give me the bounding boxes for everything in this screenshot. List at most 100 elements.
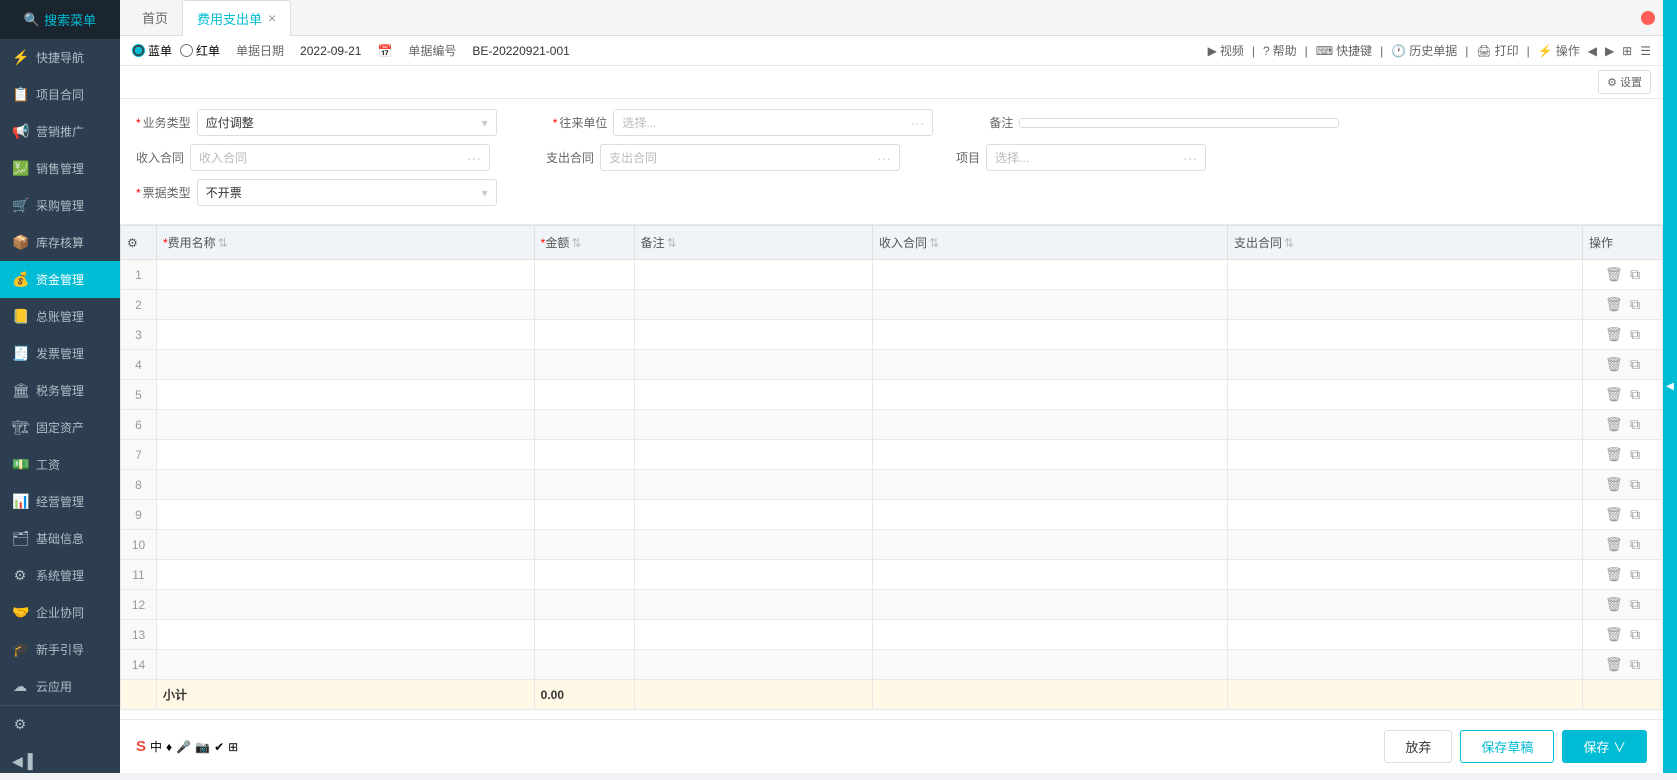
expense-contract-cell[interactable]: [1228, 440, 1583, 470]
sidebar-item-new-guide[interactable]: 🎓新手引导: [0, 631, 120, 668]
sort-icon-5[interactable]: ⇅: [1284, 236, 1294, 250]
copy-btn[interactable]: ⧉: [1628, 476, 1642, 493]
amount-cell[interactable]: [534, 530, 634, 560]
copy-btn[interactable]: ⧉: [1628, 626, 1642, 643]
remark-cell[interactable]: [634, 500, 872, 530]
income-contract-cell[interactable]: [873, 650, 1228, 680]
delete-btn[interactable]: 🗑: [1603, 506, 1625, 523]
sidebar-item-project-contract[interactable]: 📋项目合同: [0, 76, 120, 113]
income-contract-input[interactable]: 收入合同 ···: [190, 144, 490, 171]
income-contract-cell[interactable]: [873, 500, 1228, 530]
project-input[interactable]: 选择... ···: [986, 144, 1206, 171]
income-contract-cell[interactable]: [873, 290, 1228, 320]
calendar-icon[interactable]: 📅: [377, 44, 392, 58]
delete-btn[interactable]: 🗑: [1603, 596, 1625, 613]
expense-contract-cell[interactable]: [1228, 590, 1583, 620]
copy-btn[interactable]: ⧉: [1628, 506, 1642, 523]
sort-icon-2[interactable]: ⇅: [571, 236, 581, 250]
delete-btn[interactable]: 🗑: [1603, 296, 1625, 313]
red-bill-input[interactable]: [180, 44, 193, 57]
copy-btn[interactable]: ⧉: [1628, 266, 1642, 283]
copy-btn[interactable]: ⧉: [1628, 386, 1642, 403]
im-check[interactable]: ✔: [214, 740, 224, 754]
remark-input[interactable]: [1019, 118, 1339, 128]
shortcut-action[interactable]: ⌨ 快捷键: [1316, 42, 1372, 59]
sidebar-item-settings[interactable]: ⚙: [0, 706, 120, 743]
im-grid[interactable]: ⊞: [228, 740, 238, 754]
sidebar-item-invoice-mgmt[interactable]: 🧾发票管理: [0, 335, 120, 372]
delete-btn[interactable]: 🗑: [1603, 386, 1625, 403]
expense-name-cell[interactable]: [157, 260, 535, 290]
amount-cell[interactable]: [534, 350, 634, 380]
sidebar-item-tax-mgmt[interactable]: 🏛税务管理: [0, 372, 120, 409]
sidebar-item-quick-nav[interactable]: ⚡快捷导航: [0, 39, 120, 76]
save-button[interactable]: 保存 ∨: [1562, 730, 1647, 763]
amount-cell[interactable]: [534, 560, 634, 590]
expense-contract-cell[interactable]: [1228, 650, 1583, 680]
help-action[interactable]: ? 帮助: [1263, 42, 1297, 59]
copy-btn[interactable]: ⧉: [1628, 416, 1642, 433]
expense-name-cell[interactable]: [157, 290, 535, 320]
set-button[interactable]: ⚙ 设置: [1598, 70, 1651, 94]
copy-btn[interactable]: ⧉: [1628, 656, 1642, 673]
expense-contract-cell[interactable]: [1228, 380, 1583, 410]
sidebar-item-fixed-assets[interactable]: 🏗固定资产: [0, 409, 120, 446]
expense-contract-cell[interactable]: [1228, 350, 1583, 380]
income-contract-cell[interactable]: [873, 440, 1228, 470]
expense-contract-cell[interactable]: [1228, 320, 1583, 350]
delete-btn[interactable]: 🗑: [1603, 326, 1625, 343]
sidebar-item-account-mgmt[interactable]: 📒总账管理: [0, 298, 120, 335]
income-contract-cell[interactable]: [873, 320, 1228, 350]
amount-cell[interactable]: [534, 380, 634, 410]
income-contract-cell[interactable]: [873, 380, 1228, 410]
copy-btn[interactable]: ⧉: [1628, 326, 1642, 343]
expense-name-cell[interactable]: [157, 380, 535, 410]
discard-button[interactable]: 放弃: [1384, 730, 1452, 763]
expense-contract-cell[interactable]: [1228, 530, 1583, 560]
amount-cell[interactable]: [534, 470, 634, 500]
sidebar-item-sys-mgmt[interactable]: ⚙系统管理: [0, 557, 120, 594]
copy-btn[interactable]: ⧉: [1628, 596, 1642, 613]
amount-cell[interactable]: [534, 500, 634, 530]
income-contract-cell[interactable]: [873, 470, 1228, 500]
remark-cell[interactable]: [634, 320, 872, 350]
copy-btn[interactable]: ⧉: [1628, 446, 1642, 463]
expense-name-cell[interactable]: [157, 650, 535, 680]
expense-name-cell[interactable]: [157, 320, 535, 350]
expense-contract-cell[interactable]: [1228, 410, 1583, 440]
expense-name-cell[interactable]: [157, 560, 535, 590]
blue-bill-input[interactable]: [132, 44, 145, 57]
im-mic[interactable]: 🎤: [176, 740, 191, 754]
expense-name-cell[interactable]: [157, 470, 535, 500]
amount-cell[interactable]: [534, 620, 634, 650]
sort-icon-4[interactable]: ⇅: [929, 236, 939, 250]
sidebar-search-button[interactable]: 🔍 搜索菜单: [24, 10, 96, 29]
delete-btn[interactable]: 🗑: [1603, 416, 1625, 433]
im-dot[interactable]: ♦: [166, 740, 172, 754]
income-contract-cell[interactable]: [873, 350, 1228, 380]
remark-cell[interactable]: [634, 530, 872, 560]
sidebar-item-purchase-mgmt[interactable]: 🛒采购管理: [0, 187, 120, 224]
amount-cell[interactable]: [534, 410, 634, 440]
expense-contract-cell[interactable]: [1228, 260, 1583, 290]
amount-cell[interactable]: [534, 650, 634, 680]
window-close-btn[interactable]: [1641, 11, 1655, 25]
copy-btn[interactable]: ⧉: [1628, 566, 1642, 583]
remark-cell[interactable]: [634, 650, 872, 680]
remark-cell[interactable]: [634, 560, 872, 590]
copy-btn[interactable]: ⧉: [1628, 356, 1642, 373]
expense-name-cell[interactable]: [157, 590, 535, 620]
remark-cell[interactable]: [634, 620, 872, 650]
delete-btn[interactable]: 🗑: [1603, 266, 1625, 283]
sidebar-item-basic-info[interactable]: 🗂基础信息: [0, 520, 120, 557]
remark-cell[interactable]: [634, 380, 872, 410]
copy-btn[interactable]: ⧉: [1628, 536, 1642, 553]
income-contract-cell[interactable]: [873, 590, 1228, 620]
sidebar-item-inventory[interactable]: 📦库存核算: [0, 224, 120, 261]
right-panel-toggle[interactable]: ◀: [1663, 0, 1677, 773]
expense-name-cell[interactable]: [157, 530, 535, 560]
amount-cell[interactable]: [534, 290, 634, 320]
expense-name-cell[interactable]: [157, 500, 535, 530]
income-contract-cell[interactable]: [873, 530, 1228, 560]
amount-cell[interactable]: [534, 590, 634, 620]
